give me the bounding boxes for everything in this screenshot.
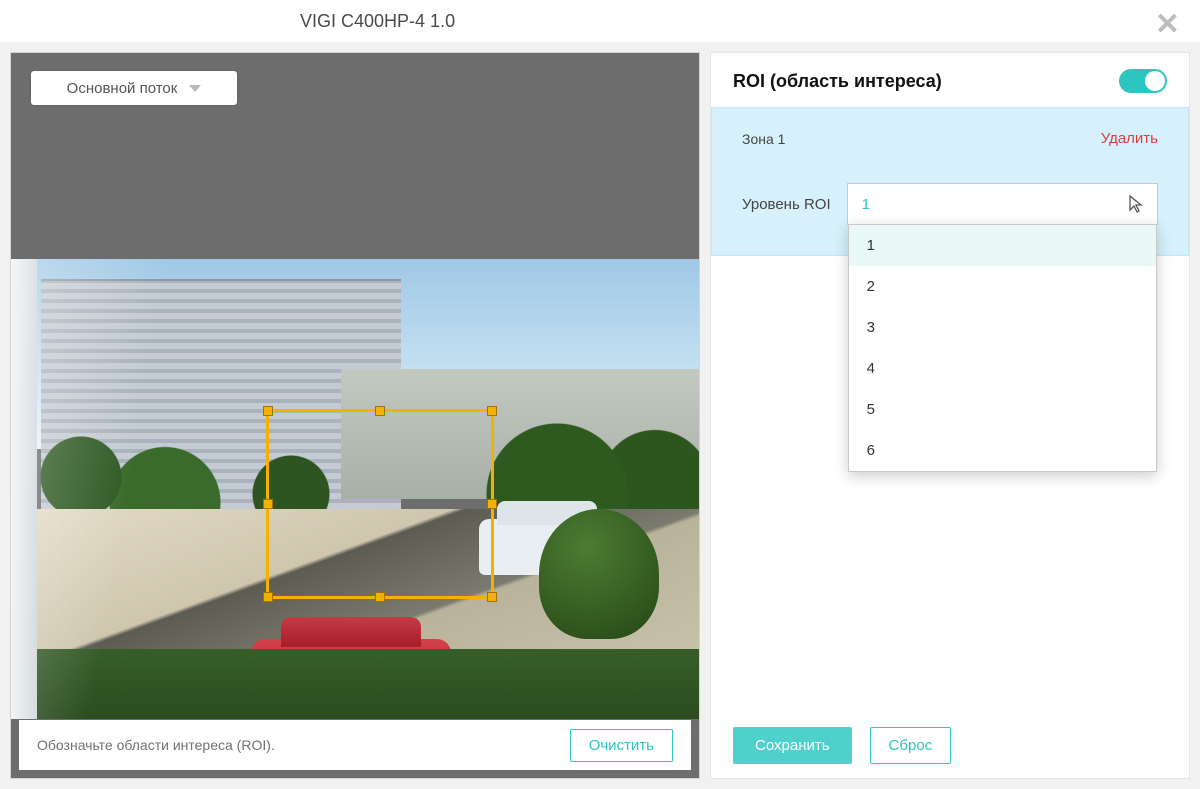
save-button[interactable]: Сохранить: [733, 727, 852, 764]
roi-level-option[interactable]: 2: [849, 266, 1156, 307]
roi-level-option[interactable]: 1: [849, 225, 1156, 266]
roi-selection-rect[interactable]: [266, 409, 494, 599]
close-icon[interactable]: ✕: [1155, 4, 1180, 46]
zone-block: Зона 1 Удалить Уровень ROI 1 123456: [711, 107, 1189, 256]
delete-zone-link[interactable]: Удалить: [1101, 130, 1158, 147]
roi-hint-text: Обозначьте области интереса (ROI).: [37, 737, 275, 753]
roi-handle-mr[interactable]: [487, 499, 497, 509]
clear-button[interactable]: Очистить: [570, 729, 673, 762]
roi-level-value: 1: [862, 196, 870, 213]
video-bottom-bar: Обозначьте области интереса (ROI). Очист…: [19, 720, 691, 770]
stream-select-label: Основной поток: [67, 80, 178, 97]
roi-level-option[interactable]: 6: [849, 430, 1156, 471]
roi-level-dropdown[interactable]: 123456: [848, 224, 1157, 472]
cursor-icon: [1127, 194, 1147, 218]
scene-window-edge: [11, 259, 37, 719]
roi-level-option[interactable]: 5: [849, 389, 1156, 430]
roi-handle-tc[interactable]: [375, 406, 385, 416]
chevron-down-icon: [189, 85, 201, 92]
roi-header: ROI (область интереса): [711, 53, 1189, 107]
roi-handle-bl[interactable]: [263, 592, 273, 602]
roi-level-row: Уровень ROI 1 123456: [712, 157, 1188, 255]
scene-bush: [539, 509, 659, 639]
title-bar: VIGI C400HP-4 1.0 ✕: [0, 0, 1200, 42]
roi-handle-ml[interactable]: [263, 499, 273, 509]
window-title: VIGI C400HP-4 1.0: [300, 0, 455, 42]
reset-button[interactable]: Сброс: [870, 727, 952, 764]
zone-name: Зона 1: [742, 131, 785, 147]
roi-level-option[interactable]: 3: [849, 307, 1156, 348]
video-frame[interactable]: [11, 259, 699, 719]
roi-level-option[interactable]: 4: [849, 348, 1156, 389]
body-area: Основной поток: [0, 42, 1200, 789]
roi-heading: ROI (область интереса): [733, 71, 942, 92]
app-window: VIGI C400HP-4 1.0 ✕ Основной поток: [0, 0, 1200, 789]
roi-settings-panel: ROI (область интереса) Зона 1 Удалить Ур…: [710, 52, 1190, 779]
stream-select[interactable]: Основной поток: [31, 71, 237, 105]
roi-level-label: Уровень ROI: [742, 196, 831, 213]
roi-level-select[interactable]: 1 123456: [847, 183, 1158, 225]
roi-handle-tr[interactable]: [487, 406, 497, 416]
roi-handle-br[interactable]: [487, 592, 497, 602]
toggle-knob: [1145, 71, 1165, 91]
panel-footer-buttons: Сохранить Сброс: [733, 727, 951, 764]
scene-foliage-bottom: [11, 649, 699, 719]
zone-row: Зона 1 Удалить: [712, 108, 1188, 157]
roi-handle-tl[interactable]: [263, 406, 273, 416]
video-panel: Основной поток: [10, 52, 700, 779]
roi-handle-bc[interactable]: [375, 592, 385, 602]
roi-toggle[interactable]: [1119, 69, 1167, 93]
